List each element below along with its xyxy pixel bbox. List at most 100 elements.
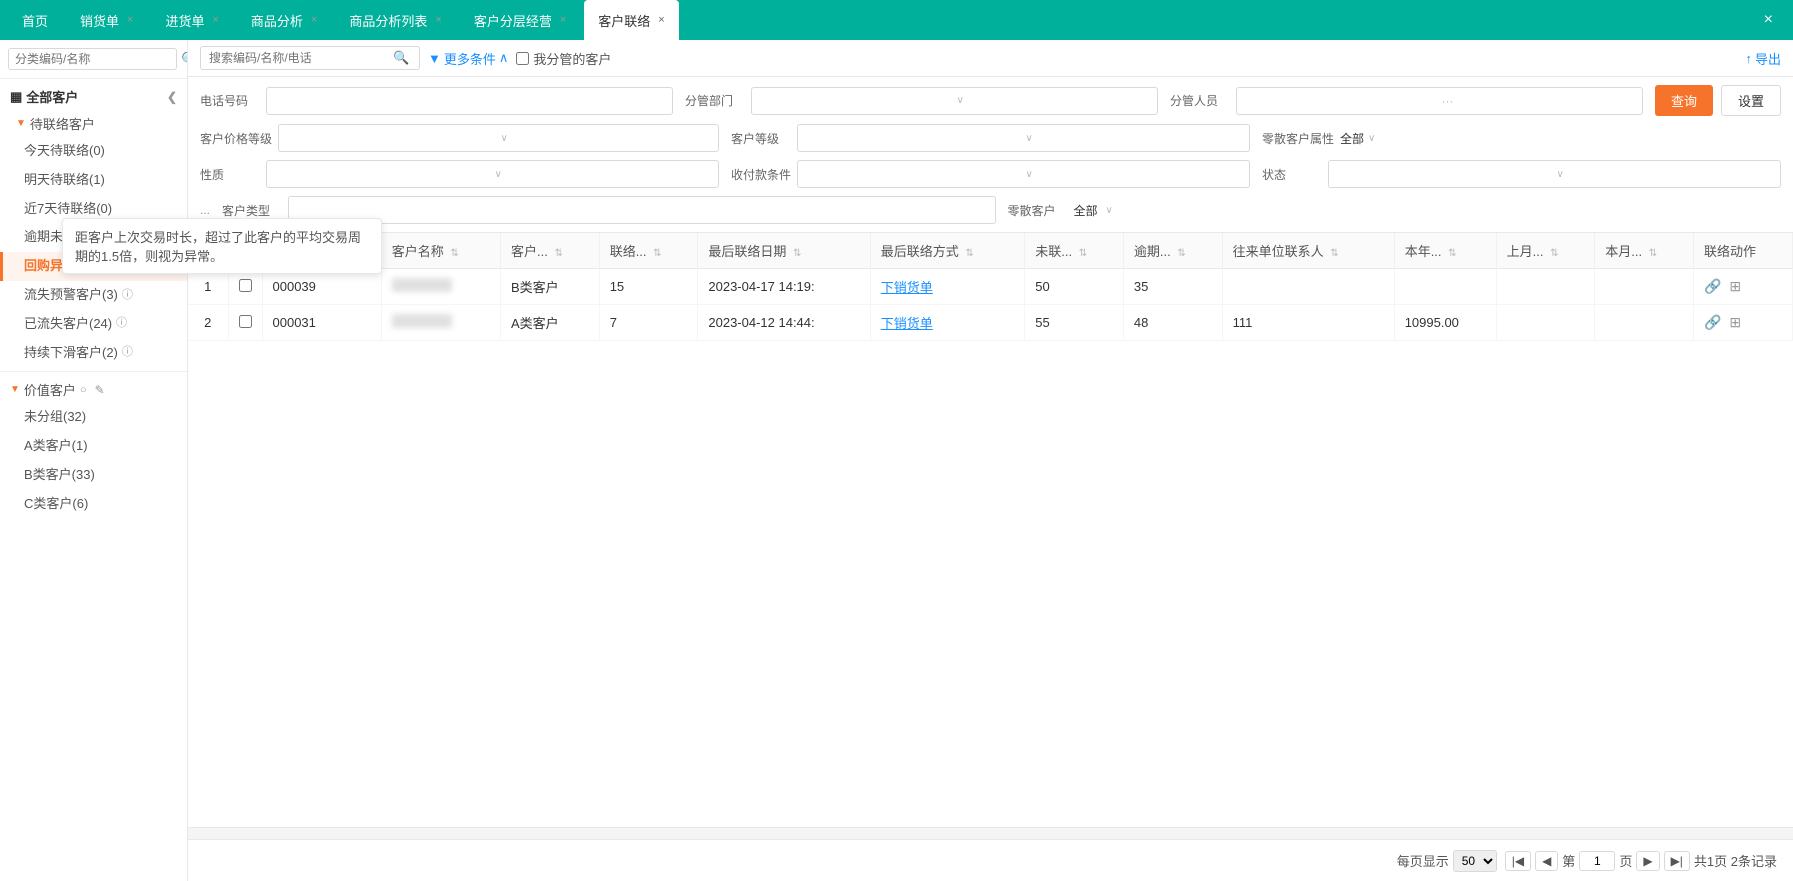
export-button[interactable]: ↑ 导出 [1745, 49, 1781, 68]
all-customers-title: ▦ 全部客户 ❮ [0, 79, 187, 110]
sidebar-item-c-class[interactable]: C类客户(6) [0, 490, 187, 519]
retail-customer-down-icon: ∨ [1106, 205, 1113, 216]
row2-this-year: 10995.00 [1394, 305, 1496, 341]
sidebar-item-ungrouped[interactable]: 未分组(32) [0, 403, 187, 432]
nav-tab-product-list-close[interactable]: × [435, 14, 441, 26]
row1-last-method[interactable]: 下销货单 [870, 269, 1024, 305]
col-uncontact-sort-icon[interactable]: ⇅ [1079, 248, 1087, 259]
nav-tab-customer-tier[interactable]: 客户分层经营 × [460, 0, 580, 40]
table-row: 2 000031 A类客户 7 2023-04-12 14:44: 下销货单 5… [188, 305, 1793, 341]
nav-tab-home[interactable]: 首页 [8, 0, 62, 40]
row1-overdue: 35 [1123, 269, 1222, 305]
info-icon-3: ⓘ [116, 315, 127, 333]
payment-input[interactable]: ∨ [797, 160, 1250, 188]
col-last-method-sort-icon[interactable]: ⇅ [965, 248, 973, 259]
status-field: 状态 ∨ [1262, 160, 1781, 188]
nav-tab-customer-contact[interactable]: 客户联络 × [584, 0, 678, 40]
row1-last-month [1496, 269, 1595, 305]
row2-last-method[interactable]: 下销货单 [870, 305, 1024, 341]
row1-checkbox[interactable] [239, 279, 252, 292]
row2-overdue: 48 [1123, 305, 1222, 341]
edit-icon[interactable]: ✎ [95, 383, 105, 397]
more-conditions-button[interactable]: ▼ 更多条件 ∧ [428, 49, 508, 68]
sidebar-item-declining-label: 持续下滑客户(2) [24, 343, 118, 364]
first-page-button[interactable]: |◀ [1505, 851, 1531, 871]
row1-this-month [1595, 269, 1694, 305]
col-overdue-sort-icon[interactable]: ⇅ [1177, 248, 1185, 259]
prev-page-button[interactable]: ◀ [1535, 851, 1558, 871]
sidebar-item-a-class[interactable]: A类客户(1) [0, 432, 187, 461]
col-type-sort-icon[interactable]: ⇅ [554, 248, 562, 259]
col-this-year-sort-icon[interactable]: ⇅ [1448, 248, 1456, 259]
sidebar-item-lost[interactable]: 已流失客户(24) ⓘ [0, 310, 187, 339]
sidebar-item-b-class[interactable]: B类客户(33) [0, 461, 187, 490]
col-name-sort-icon[interactable]: ⇅ [450, 248, 458, 259]
sidebar-search-input[interactable] [8, 48, 177, 70]
nav-tab-sales-label: 销货单 [80, 11, 119, 30]
status-input[interactable]: ∨ [1328, 160, 1781, 188]
nav-tab-product-analysis[interactable]: 商品分析 × [237, 0, 331, 40]
sidebar-item-today[interactable]: 今天待联络(0) [0, 137, 187, 166]
row2-name [381, 305, 500, 341]
nav-tab-purchase-close[interactable]: × [212, 14, 218, 26]
row2-checkbox[interactable] [239, 315, 252, 328]
query-button[interactable]: 查询 [1655, 85, 1713, 116]
customer-type-input[interactable] [288, 196, 996, 224]
more-filter-btn[interactable]: ... [200, 203, 210, 217]
col-contact-sort-icon[interactable]: ⇅ [653, 248, 661, 259]
row1-link-icon[interactable]: 🔗 [1704, 278, 1721, 295]
phone-input[interactable] [266, 87, 673, 115]
col-last-date-sort-icon[interactable]: ⇅ [793, 248, 801, 259]
nav-tab-sales-close[interactable]: × [127, 14, 133, 26]
nav-tab-customer-contact-close[interactable]: × [658, 14, 664, 26]
export-icon: ↑ [1745, 51, 1752, 66]
row1-grid-icon[interactable]: ⊞ [1729, 278, 1741, 295]
nav-tab-customer-tier-close[interactable]: × [560, 14, 566, 26]
h-scrollbar[interactable] [188, 827, 1793, 839]
col-this-month-sort-icon[interactable]: ⇅ [1649, 248, 1657, 259]
next-page-button[interactable]: ▶ [1636, 851, 1659, 871]
nav-tab-product-analysis-close[interactable]: × [311, 14, 317, 26]
pending-group-title[interactable]: ▼ 待联络客户 [0, 110, 187, 137]
manager-label: 分管人员 [1170, 92, 1230, 109]
col-contact: 联络... ⇅ [599, 233, 698, 269]
value-customers-section[interactable]: ▼ 价值客户 ○ ✎ [0, 376, 187, 403]
sidebar-collapse-button[interactable]: ❮ [167, 90, 177, 104]
my-customer-checkbox-wrap[interactable]: 我分管的客户 [516, 49, 611, 68]
row2-action-icons: 🔗 ⊞ [1704, 314, 1782, 331]
per-page-select[interactable]: 50 [1453, 850, 1497, 872]
nav-tab-product-list[interactable]: 商品分析列表 × [335, 0, 455, 40]
col-last-month-sort-icon[interactable]: ⇅ [1550, 248, 1558, 259]
window-close-button[interactable]: × [1752, 11, 1785, 29]
settings-button[interactable]: 设置 [1721, 85, 1781, 116]
nav-tab-sales[interactable]: 销货单 × [66, 0, 147, 40]
arrow-down-icon-2: ▼ [10, 384, 20, 395]
table-head: ⚙ 客户编码 ⇅ 客户名称 ⇅ [188, 233, 1793, 269]
sidebar-item-tomorrow[interactable]: 明天待联络(1) [0, 166, 187, 195]
price-level-input[interactable]: ∨ [278, 124, 719, 152]
manager-input[interactable]: ··· [1236, 87, 1643, 115]
search-input[interactable] [209, 51, 389, 65]
nav-tab-product-analysis-label: 商品分析 [251, 11, 303, 30]
nav-tab-customer-contact-label: 客户联络 [598, 11, 650, 30]
sidebar-item-declining[interactable]: 持续下滑客户(2) ⓘ [0, 339, 187, 368]
row2-link-icon[interactable]: 🔗 [1704, 314, 1721, 331]
price-level-field: 客户价格等级 ∨ [200, 124, 719, 152]
my-customer-checkbox[interactable] [516, 52, 529, 65]
page-label: 第 [1562, 851, 1575, 870]
row1-actions: 🔗 ⊞ [1693, 269, 1792, 305]
sidebar-item-lost-warning[interactable]: 流失预警客户(3) ⓘ [0, 281, 187, 310]
row2-grid-icon[interactable]: ⊞ [1729, 314, 1741, 331]
retail-customer-field: 零散客户 全部 ∨ [1008, 202, 1782, 219]
dept-input[interactable]: ∨ [751, 87, 1158, 115]
chevron-up-icon: ∧ [499, 50, 509, 66]
col-contacts-sort-icon[interactable]: ⇅ [1330, 248, 1338, 259]
search-wrap[interactable]: 🔍 [200, 46, 420, 70]
gender-input[interactable]: ∨ [266, 160, 719, 188]
col-this-year: 本年... ⇅ [1394, 233, 1496, 269]
sidebar-search-icon[interactable]: 🔍 [181, 51, 188, 68]
nav-tab-purchase[interactable]: 进货单 × [151, 0, 232, 40]
last-page-button[interactable]: ▶| [1664, 851, 1690, 871]
page-input[interactable] [1579, 851, 1615, 871]
customer-level-input[interactable]: ∨ [797, 124, 1250, 152]
